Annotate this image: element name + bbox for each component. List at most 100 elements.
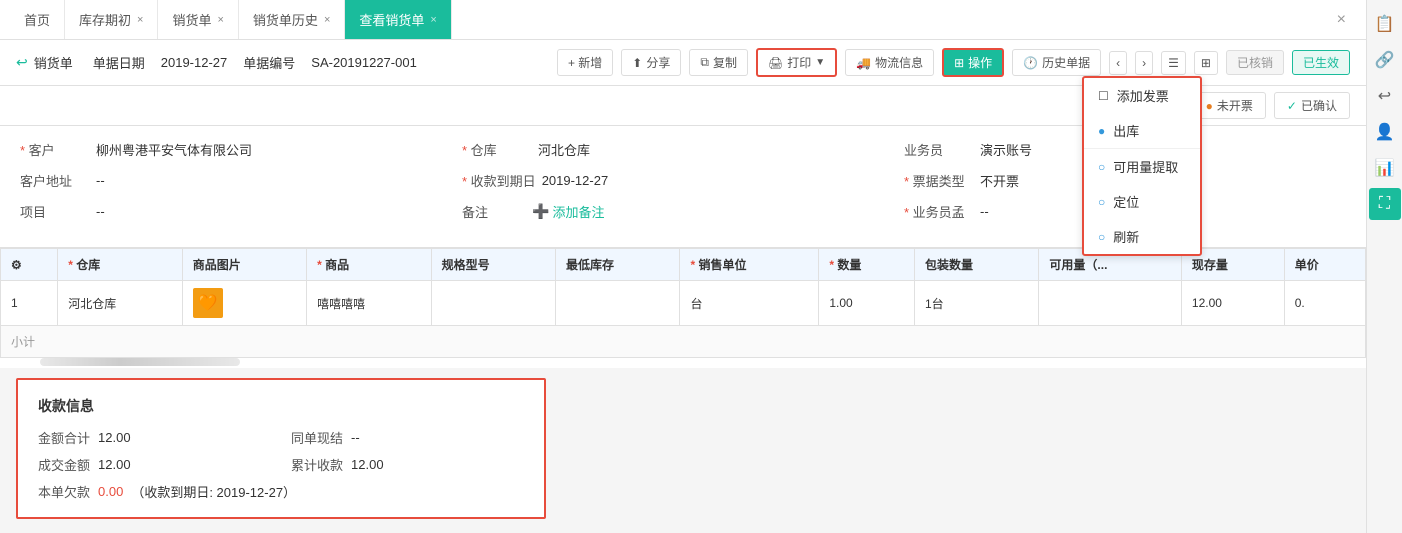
list-view-button[interactable]: ☰	[1161, 51, 1186, 75]
sidebar-icon-3[interactable]: ↩	[1369, 80, 1401, 112]
operate-button-label: 操作	[968, 54, 992, 71]
add-invoice-icon: ☐	[1098, 89, 1109, 103]
sidebar-icon-5[interactable]: 📊	[1369, 152, 1401, 184]
logistics-icon: 🚚	[856, 56, 871, 70]
row-warehouse: 河北仓库	[58, 281, 182, 326]
tab-sales-history[interactable]: 销货单历史 ×	[239, 0, 345, 39]
cumulative-payment-row: 累计收款 12.00	[291, 455, 524, 474]
tab-sales-history-close[interactable]: ×	[324, 14, 330, 26]
customer-field: 客户 柳州粤港平安气体有限公司	[20, 140, 462, 159]
row-qty: 1.00	[819, 281, 915, 326]
ticket-type-value: 不开票	[980, 171, 1019, 190]
doc-number-value: SA-20191227-001	[311, 55, 417, 70]
window-close-button[interactable]: ×	[1327, 11, 1356, 29]
customer-label: 客户	[20, 140, 90, 159]
not-opened-button[interactable]: ● 未开票	[1193, 92, 1266, 119]
operate-button[interactable]: ⊞ 操作	[942, 48, 1004, 77]
grid-view-button[interactable]: ⊞	[1194, 51, 1218, 75]
table-row: 1 河北仓库 🧡 嘻嘻嘻嘻 台 1.00 1台 12.00 0.	[1, 281, 1366, 326]
operate-dropdown: ☐ 添加发票 ● 出库 ○ 可用量提取 ○ 定位 ○ 刷新	[1082, 76, 1202, 256]
ticket-type-label: 票据类型	[904, 171, 974, 190]
prev-button[interactable]: ‹	[1109, 51, 1127, 75]
add-invoice-item[interactable]: ☐ 添加发票	[1084, 78, 1200, 113]
row-product: 嘻嘻嘻嘻	[307, 281, 431, 326]
share-button-label: 分享	[646, 54, 670, 71]
logistics-button[interactable]: 🚚 物流信息	[845, 49, 934, 76]
copy-button[interactable]: ⧉ 复制	[689, 49, 748, 76]
cumulative-payment-label: 累计收款	[291, 455, 343, 474]
balance-label: 本单欠款	[38, 482, 90, 501]
payment-grid: 金额合计 12.00 同单现结 -- 成交金额 12.00 累计收款 12.00…	[38, 428, 524, 501]
sidebar-icon-2[interactable]: 🔗	[1369, 44, 1401, 76]
effective-badge[interactable]: 已生效	[1292, 50, 1350, 75]
tab-sales-order-close[interactable]: ×	[217, 14, 223, 26]
note-field: 备注 ➕ 添加备注	[462, 202, 904, 221]
share-button[interactable]: ⬆ 分享	[621, 49, 681, 76]
ticket-icon: ●	[1206, 99, 1213, 113]
add-invoice-label: 添加发票	[1117, 86, 1169, 105]
add-note-button[interactable]: ➕ 添加备注	[532, 202, 604, 221]
tab-view-sales[interactable]: 查看销货单 ×	[345, 0, 451, 39]
print-button[interactable]: 🖨 打印 ▼	[756, 48, 837, 77]
tab-home-label: 首页	[24, 10, 50, 29]
tab-inventory-init[interactable]: 库存期初 ×	[65, 0, 158, 39]
subtotal-row: 小计	[1, 326, 1366, 358]
payment-date-label: 收款到期日	[462, 171, 536, 190]
confirm-button[interactable]: ✓ 已确认	[1274, 92, 1350, 119]
tab-sales-order-label: 销货单	[172, 10, 211, 29]
col-settings[interactable]: ⚙	[1, 249, 58, 281]
tab-home[interactable]: 首页	[10, 0, 65, 39]
product-thumbnail: 🧡	[193, 288, 223, 318]
locate-label: 定位	[1113, 192, 1139, 211]
warehouse-field: 仓库 河北仓库	[462, 140, 904, 159]
doc-actions: + 新增 ⬆ 分享 ⧉ 复制 🖨 打印 ▼ 🚚 物流信息 ⊞ 操作	[557, 48, 1350, 77]
col-warehouse: 仓库	[58, 249, 182, 281]
add-note-icon: ➕	[532, 203, 549, 220]
tab-inventory-init-close[interactable]: ×	[137, 14, 143, 26]
sidebar-icon-6[interactable]: ⛶	[1369, 188, 1401, 220]
balance-note: （收款到期日: 2019-12-27）	[131, 482, 296, 501]
tab-view-sales-close[interactable]: ×	[430, 14, 436, 26]
tab-sales-order[interactable]: 销货单 ×	[158, 0, 238, 39]
project-value: --	[96, 204, 105, 219]
col-qty: 数量	[819, 249, 915, 281]
print-button-label: 打印	[787, 54, 811, 71]
row-unit-price: 0.	[1284, 281, 1365, 326]
sidebar-icon-1[interactable]: 📋	[1369, 8, 1401, 40]
new-button[interactable]: + 新增	[557, 49, 613, 76]
confirm-label: 已确认	[1301, 97, 1337, 114]
add-note-label: 添加备注	[552, 202, 604, 221]
next-button[interactable]: ›	[1135, 51, 1153, 75]
history-button[interactable]: 🕐 历史单据	[1012, 49, 1101, 76]
row-current-stock: 12.00	[1181, 281, 1284, 326]
available-qty-label: 可用量提取	[1113, 157, 1178, 176]
outbound-icon: ●	[1098, 124, 1105, 138]
table-container: ⚙ 仓库 商品图片 商品 规格型号 最低库存 销售单位 数量 包装数量 可用量（…	[0, 248, 1366, 368]
sidebar-icon-4[interactable]: 👤	[1369, 116, 1401, 148]
row-unit: 台	[680, 281, 819, 326]
total-amount-row: 金额合计 12.00	[38, 428, 271, 447]
history-icon: 🕐	[1023, 56, 1038, 70]
locate-item[interactable]: ○ 定位	[1084, 184, 1200, 219]
available-qty-item[interactable]: ○ 可用量提取	[1084, 149, 1200, 184]
refresh-icon: ○	[1098, 230, 1105, 244]
cancelled-badge[interactable]: 已核销	[1226, 50, 1284, 75]
horizontal-scrollbar[interactable]	[40, 358, 240, 366]
transaction-amount-label: 成交金额	[38, 455, 90, 474]
col-unit-price: 单价	[1284, 249, 1365, 281]
address-label: 客户地址	[20, 171, 90, 190]
tab-inventory-init-label: 库存期初	[79, 10, 131, 29]
doc-info: 单据日期 2019-12-27 单据编号 SA-20191227-001	[93, 53, 417, 72]
project-field: 项目 --	[20, 202, 462, 221]
doc-number-label: 单据编号	[243, 53, 295, 72]
payment-title: 收款信息	[38, 396, 524, 416]
sales-employee-label: 业务员孟	[904, 202, 974, 221]
row-product-img: 🧡	[182, 281, 306, 326]
tab-bar: 首页 库存期初 × 销货单 × 销货单历史 × 查看销货单 × ×	[0, 0, 1366, 40]
share-icon: ⬆	[632, 56, 642, 70]
refresh-item[interactable]: ○ 刷新	[1084, 219, 1200, 254]
balance-value: 0.00	[98, 484, 123, 499]
outbound-item[interactable]: ● 出库	[1084, 113, 1200, 148]
row-spec	[431, 281, 555, 326]
tab-sales-history-label: 销货单历史	[253, 10, 318, 29]
